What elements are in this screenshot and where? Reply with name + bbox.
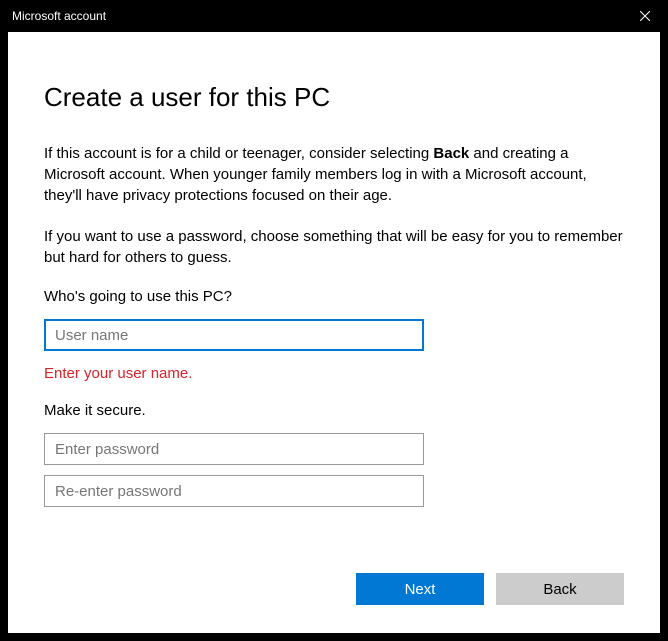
next-button[interactable]: Next (356, 573, 484, 605)
description-child: If this account is for a child or teenag… (44, 143, 624, 206)
desc-text-pre: If this account is for a child or teenag… (44, 145, 433, 162)
desc-text-bold: Back (433, 145, 469, 162)
button-row: Next Back (356, 573, 624, 605)
password-input[interactable] (44, 433, 424, 465)
username-input[interactable] (44, 319, 424, 351)
secure-section-label: Make it secure. (44, 402, 624, 419)
page-heading: Create a user for this PC (44, 82, 624, 113)
back-button[interactable]: Back (496, 573, 624, 605)
close-button[interactable] (622, 0, 668, 32)
reenter-password-input[interactable] (44, 475, 424, 507)
window-title: Microsoft account (12, 9, 106, 23)
dialog-window: Microsoft account Create a user for this… (0, 0, 668, 641)
titlebar: Microsoft account (0, 0, 668, 32)
description-password: If you want to use a password, choose so… (44, 226, 624, 268)
close-icon (640, 11, 650, 21)
error-message: Enter your user name. (44, 365, 624, 382)
user-section-label: Who's going to use this PC? (44, 288, 624, 305)
dialog-content: Create a user for this PC If this accoun… (8, 32, 660, 633)
